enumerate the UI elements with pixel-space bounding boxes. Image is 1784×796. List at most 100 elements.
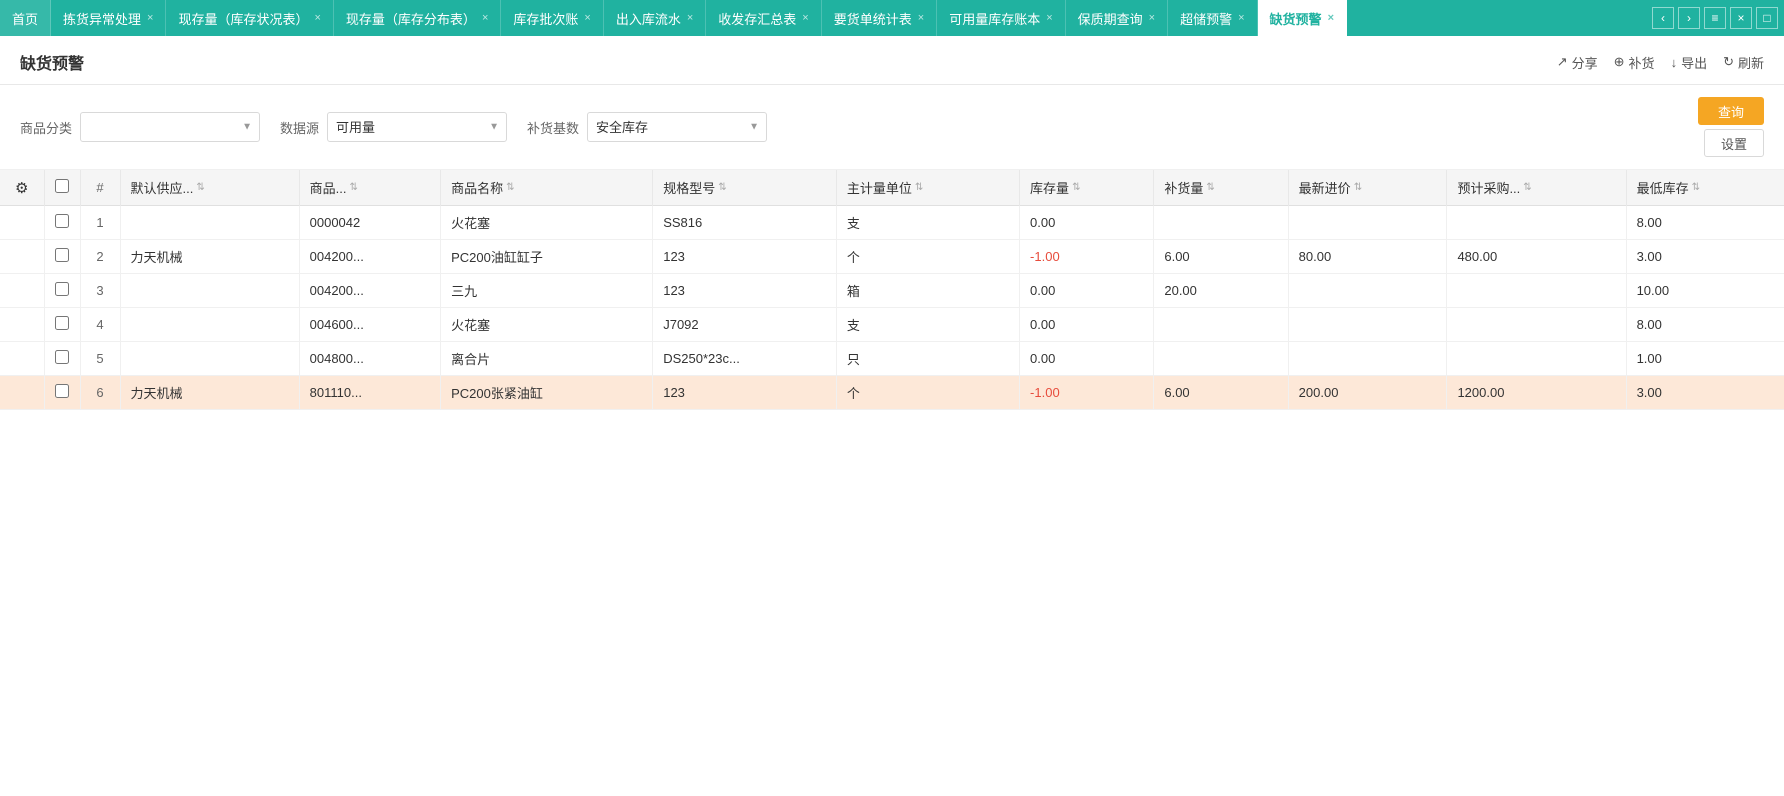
row-spec-3: J7092 (653, 308, 837, 342)
row-product-name-2: 三九 (441, 274, 653, 308)
row-checkbox-3[interactable] (55, 316, 69, 330)
row-product-code-3: 004600... (299, 308, 440, 342)
settings-button[interactable]: 设置 (1704, 129, 1764, 157)
th-est-purchase[interactable]: 预计采购... ⇅ (1447, 170, 1626, 206)
share-button[interactable]: ↗ 分享 (1557, 53, 1598, 72)
tab-close-available-ledger[interactable]: × (1046, 12, 1052, 24)
tab-bad-process[interactable]: 拣货异常处理 × (51, 0, 166, 36)
row-min-stock-2: 10.00 (1626, 274, 1784, 308)
table-row: 6 力天机械 801110... PC200张紧油缸 123 个 -1.00 6… (0, 376, 1784, 410)
row-gear-0 (0, 206, 44, 240)
tab-expiry-query[interactable]: 保质期查询 × (1066, 0, 1168, 36)
row-unit-5: 个 (836, 376, 1019, 410)
row-check-0[interactable] (44, 206, 80, 240)
row-supplier-2 (120, 274, 299, 308)
tab-close-expiry-query[interactable]: × (1149, 12, 1155, 24)
tab-order-stats[interactable]: 要货单统计表 × (822, 0, 937, 36)
row-checkbox-4[interactable] (55, 350, 69, 364)
row-checkbox-1[interactable] (55, 248, 69, 262)
row-supplier-0 (120, 206, 299, 240)
tab-inout-flow[interactable]: 出入库流水 × (604, 0, 706, 36)
tab-inventory-dist[interactable]: 现存量（库存分布表） × (334, 0, 501, 36)
row-min-stock-5: 3.00 (1626, 376, 1784, 410)
tab-close-batch-account[interactable]: × (584, 12, 590, 24)
tab-close-order-stats[interactable]: × (918, 12, 924, 24)
row-stock-1: -1.00 (1020, 240, 1154, 274)
row-check-5[interactable] (44, 376, 80, 410)
filter-category-label: 商品分类 (20, 118, 72, 137)
filter-datasource-label: 数据源 (280, 118, 319, 137)
sort-icon-est-purchase: ⇅ (1523, 182, 1531, 193)
row-num-5: 6 (80, 376, 120, 410)
row-check-2[interactable] (44, 274, 80, 308)
row-product-code-4: 004800... (299, 342, 440, 376)
filter-replenish-base-select[interactable]: 安全库存 (587, 112, 767, 142)
tab-available-ledger[interactable]: 可用量库存账本 × (937, 0, 1065, 36)
th-min-stock[interactable]: 最低库存 ⇅ (1626, 170, 1784, 206)
filter-category-select[interactable] (80, 112, 260, 142)
tab-prev-button[interactable]: ‹ (1652, 7, 1674, 29)
gear-settings-icon[interactable]: ⚙ (15, 179, 28, 197)
th-replenish-qty[interactable]: 补货量 ⇅ (1154, 170, 1288, 206)
tab-overstock[interactable]: 超储预警 × (1168, 0, 1257, 36)
row-unit-3: 支 (836, 308, 1019, 342)
row-min-stock-3: 8.00 (1626, 308, 1784, 342)
tab-close-inventory-dist[interactable]: × (482, 12, 488, 24)
tab-close-collect-summary[interactable]: × (802, 12, 808, 24)
tab-close-inventory-status[interactable]: × (314, 12, 320, 24)
th-latest-price[interactable]: 最新进价 ⇅ (1288, 170, 1447, 206)
th-stock[interactable]: 库存量 ⇅ (1020, 170, 1154, 206)
row-checkbox-5[interactable] (55, 384, 69, 398)
tab-inventory-status[interactable]: 现存量（库存状况表） × (166, 0, 333, 36)
tab-close-bad-process[interactable]: × (147, 12, 153, 24)
replenish-button[interactable]: ⊕ 补货 (1614, 53, 1655, 72)
row-gear-1 (0, 240, 44, 274)
th-spec[interactable]: 规格型号 ⇅ (653, 170, 837, 206)
row-check-1[interactable] (44, 240, 80, 274)
th-unit[interactable]: 主计量单位 ⇅ (836, 170, 1019, 206)
tab-home[interactable]: 首页 (0, 0, 51, 36)
th-default-supplier[interactable]: 默认供应... ⇅ (120, 170, 299, 206)
filter-datasource-select[interactable]: 可用量 (327, 112, 507, 142)
row-product-name-5: PC200张紧油缸 (441, 376, 653, 410)
window-max-button[interactable]: □ (1756, 7, 1778, 29)
table-row: 3 004200... 三九 123 箱 0.00 20.00 10.00 (0, 274, 1784, 308)
select-all-checkbox[interactable] (55, 179, 69, 193)
row-unit-2: 箱 (836, 274, 1019, 308)
row-product-name-4: 离合片 (441, 342, 653, 376)
row-product-code-0: 0000042 (299, 206, 440, 240)
tab-close-shortage[interactable]: × (1328, 12, 1334, 24)
row-min-stock-0: 8.00 (1626, 206, 1784, 240)
row-spec-2: 123 (653, 274, 837, 308)
tab-collect-summary[interactable]: 收发存汇总表 × (706, 0, 821, 36)
row-check-4[interactable] (44, 342, 80, 376)
row-check-3[interactable] (44, 308, 80, 342)
th-product-name[interactable]: 商品名称 ⇅ (441, 170, 653, 206)
row-latest-price-2 (1288, 274, 1447, 308)
table-row: 2 力天机械 004200... PC200油缸缸子 123 个 -1.00 6… (0, 240, 1784, 274)
row-num-0: 1 (80, 206, 120, 240)
row-product-name-3: 火花塞 (441, 308, 653, 342)
row-checkbox-2[interactable] (55, 282, 69, 296)
row-est-purchase-4 (1447, 342, 1626, 376)
sort-icon-latest-price: ⇅ (1354, 182, 1362, 193)
row-stock-4: 0.00 (1020, 342, 1154, 376)
window-close-button[interactable]: × (1730, 7, 1752, 29)
row-gear-5 (0, 376, 44, 410)
tab-close-overstock[interactable]: × (1238, 12, 1244, 24)
tab-next-button[interactable]: › (1678, 7, 1700, 29)
row-stock-0: 0.00 (1020, 206, 1154, 240)
export-button[interactable]: ↓ 导出 (1671, 53, 1708, 72)
row-product-name-1: PC200油缸缸子 (441, 240, 653, 274)
row-spec-5: 123 (653, 376, 837, 410)
tab-shortage[interactable]: 缺货预警 × (1258, 0, 1347, 36)
th-product-code[interactable]: 商品... ⇅ (299, 170, 440, 206)
tab-menu-button[interactable]: ≡ (1704, 7, 1726, 29)
refresh-button[interactable]: ↻ 刷新 (1723, 53, 1764, 72)
tab-close-inout-flow[interactable]: × (687, 12, 693, 24)
row-min-stock-4: 1.00 (1626, 342, 1784, 376)
row-checkbox-0[interactable] (55, 214, 69, 228)
tab-batch-account[interactable]: 库存批次账 × (501, 0, 603, 36)
query-button[interactable]: 查询 (1698, 97, 1764, 125)
row-gear-4 (0, 342, 44, 376)
